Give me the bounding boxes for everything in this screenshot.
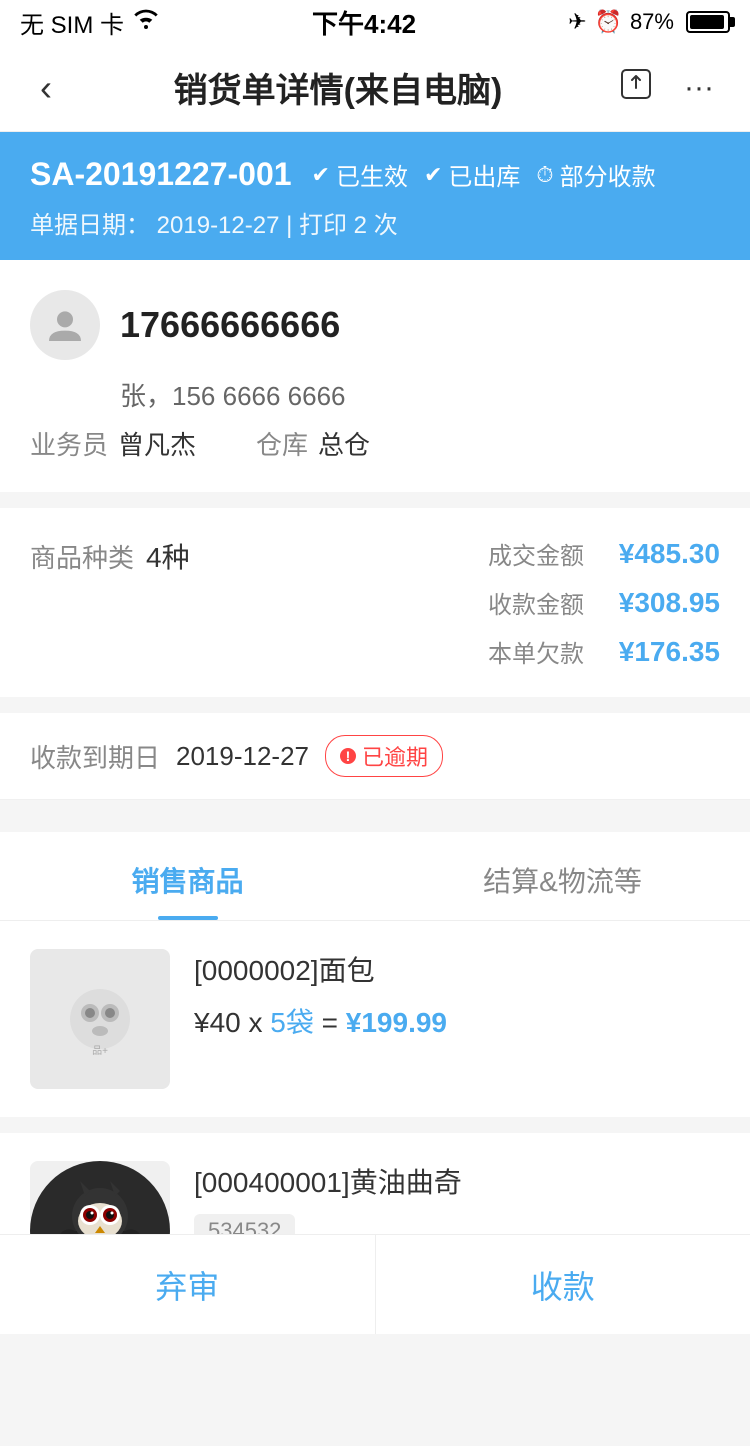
location-icon: ✈: [568, 9, 586, 35]
reject-button[interactable]: 弃审: [0, 1235, 376, 1334]
stats-section: 商品种类 4种 成交金额 ¥485.30 收款金额 ¥308.95 本单欠款 ¥…: [0, 508, 750, 697]
sales-info: 业务员 曾凡杰: [30, 425, 196, 462]
status-badge-effected: ✔ 已生效: [312, 157, 408, 192]
order-meta: 单据日期： 2019-12-27 | 打印 2 次: [30, 205, 720, 240]
due-date-section: 收款到期日 2019-12-27 ! 已逾期: [0, 713, 750, 800]
wifi-icon: [132, 8, 160, 36]
collect-button[interactable]: 收款: [376, 1235, 750, 1334]
tab-sales-product[interactable]: 销售商品: [0, 832, 375, 920]
more-button[interactable]: ···: [678, 65, 720, 111]
tab-settlement[interactable]: 结算&物流等: [375, 832, 750, 920]
deal-amount-row: 成交金额 ¥485.30: [488, 536, 720, 571]
collected-amount-row: 收款金额 ¥308.95: [488, 585, 720, 620]
product-qty-1: 5袋: [270, 1007, 314, 1038]
customer-section: 17666666666 张，156 6666 6666 业务员 曾凡杰 仓库 总…: [0, 260, 750, 492]
status-badges: ✔ 已生效 ✔ 已出库 ⏱ 部分收款: [312, 157, 656, 192]
check-icon-2: ✔: [424, 162, 442, 188]
order-header: SA-20191227-001 ✔ 已生效 ✔ 已出库 ⏱ 部分收款 单据日期：…: [0, 132, 750, 260]
customer-name: 张，156 6666 6666: [30, 376, 720, 413]
status-badge-shipped: ✔ 已出库: [424, 157, 520, 192]
due-label: 收款到期日: [30, 738, 160, 775]
status-right: ✈ ⏰ 87%: [568, 9, 730, 35]
product-item-1: 品+ [0000002]面包 ¥40 x 5袋 = ¥199.99: [0, 921, 750, 1133]
carrier-label: 无 SIM 卡: [20, 5, 124, 40]
battery-icon: [686, 11, 730, 33]
product-name-2: [000400001]黄油曲奇: [194, 1161, 720, 1201]
clock-icon: ⏱: [536, 162, 553, 188]
order-number: SA-20191227-001: [30, 156, 292, 193]
tabs-header: 销售商品 结算&物流等: [0, 832, 750, 921]
product-image-1: 品+: [30, 949, 170, 1089]
customer-row: 17666666666: [30, 290, 720, 360]
avatar: [30, 290, 100, 360]
status-time: 下午4:42: [312, 4, 416, 41]
product-total-1: ¥199.99: [346, 1007, 447, 1038]
customer-meta: 业务员 曾凡杰 仓库 总仓: [30, 425, 720, 462]
status-bar: 无 SIM 卡 下午4:42 ✈ ⏰ 87%: [0, 0, 750, 44]
due-date-value: 2019-12-27: [176, 741, 309, 772]
customer-phone: 17666666666: [120, 304, 340, 346]
status-left: 无 SIM 卡: [20, 5, 160, 40]
svg-text:品+: 品+: [92, 1045, 108, 1057]
stats-left: 商品种类 4种: [30, 536, 488, 576]
product-name-1: [0000002]面包: [194, 949, 720, 989]
battery-percent: 87%: [630, 9, 674, 35]
back-button[interactable]: ‹: [30, 57, 62, 119]
product-price-1: ¥40 x 5袋 = ¥199.99: [194, 1001, 720, 1041]
bottom-bar: 弃审 收款: [0, 1234, 750, 1334]
warehouse-info: 仓库 总仓: [256, 425, 370, 462]
product-placeholder-1: 品+: [30, 949, 170, 1089]
product-info-1: [0000002]面包 ¥40 x 5袋 = ¥199.99: [194, 949, 720, 1041]
nav-bar: ‹ 销货单详情(来自电脑) ···: [0, 44, 750, 132]
owed-amount-row: 本单欠款 ¥176.35: [488, 634, 720, 669]
stats-right: 成交金额 ¥485.30 收款金额 ¥308.95 本单欠款 ¥176.35: [488, 536, 720, 669]
overdue-icon: !: [340, 748, 356, 764]
nav-actions: ···: [614, 62, 720, 114]
overdue-badge: ! 已逾期: [325, 735, 443, 777]
page-title: 销货单详情(来自电脑): [174, 63, 503, 112]
alarm-icon: ⏰: [595, 9, 622, 35]
check-icon-1: ✔: [312, 162, 330, 188]
share-button[interactable]: [614, 62, 658, 114]
status-badge-partial: ⏱ 部分收款: [536, 157, 655, 192]
